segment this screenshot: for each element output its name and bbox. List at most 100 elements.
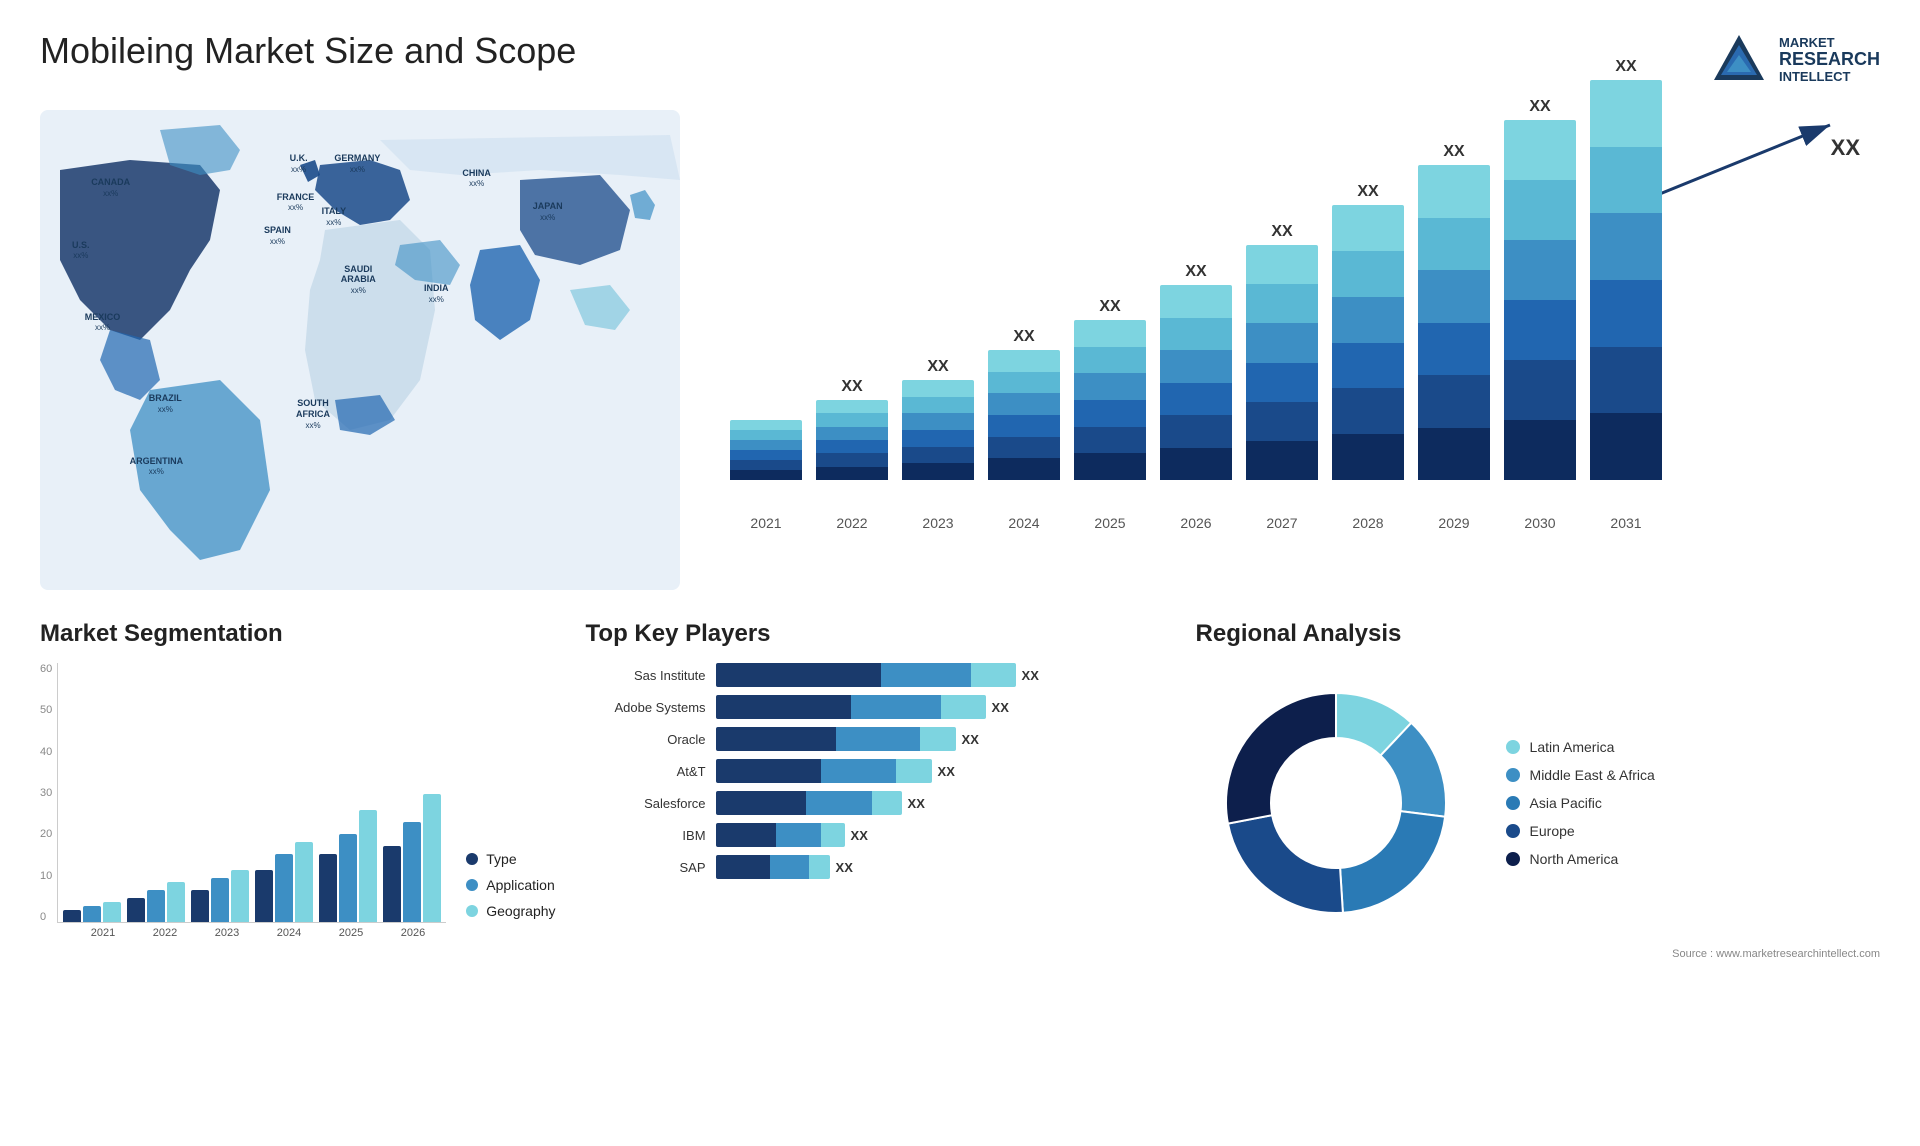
bar-stack: [1418, 165, 1490, 480]
bar-group: XX: [1074, 298, 1146, 480]
bar-segment: [1590, 213, 1662, 280]
player-name: At&T: [586, 764, 706, 779]
player-bar-container: XX: [716, 791, 1166, 815]
bar-segment: [1504, 360, 1576, 420]
bar-segment: [988, 458, 1060, 480]
bar-segment: [1074, 453, 1146, 480]
bar-segment: [1332, 434, 1404, 480]
player-row: Sas Institute XX: [586, 663, 1166, 687]
logo: MARKET RESEARCH INTELLECT: [1709, 30, 1880, 90]
bar-x-label: 2021: [730, 515, 802, 531]
map-label-saudi: SAUDIARABIAxx%: [341, 264, 376, 296]
bar-segment: [816, 400, 888, 413]
seg-bar-group: [319, 810, 377, 922]
regional-content: Latin AmericaMiddle East & AfricaAsia Pa…: [1196, 663, 1880, 943]
player-row: At&T XX: [586, 759, 1166, 783]
player-value: XX: [1022, 668, 1039, 683]
bar-segment: [988, 415, 1060, 437]
bar-segment: [1590, 80, 1662, 147]
bar-segment: [1332, 388, 1404, 434]
bar-label-top: XX: [1099, 298, 1120, 316]
seg-x-label: 2026: [385, 927, 441, 939]
seg-bar-group: [63, 902, 121, 922]
bar-stack: [1504, 120, 1576, 480]
bar-segment: [730, 440, 802, 450]
player-row: SAPXX: [586, 855, 1166, 879]
seg-bar: [319, 854, 337, 922]
player-bar-segment: [920, 727, 956, 751]
bar-group: XX: [1418, 143, 1490, 480]
bar-segment: [1246, 402, 1318, 441]
regional-legend-label: North America: [1530, 851, 1619, 867]
player-bar: [716, 695, 986, 719]
bar-segment: [1074, 427, 1146, 454]
bar-segment: [1418, 165, 1490, 218]
map-label-brazil: BRAZILxx%: [149, 393, 182, 415]
seg-bar-group: [255, 842, 313, 922]
legend-label: Geography: [486, 903, 555, 919]
bar-label-top: XX: [1271, 223, 1292, 241]
bar-segment: [730, 420, 802, 430]
bar-stack: [730, 420, 802, 480]
player-bar-segment: [716, 759, 821, 783]
seg-chart: 6050403020100 202120222023202420252026 T…: [40, 663, 556, 939]
world-map: CANADAxx% U.S.xx% MEXICOxx% BRAZILxx% AR…: [40, 110, 680, 590]
legend-dot: [466, 879, 478, 891]
bar-x-label: 2031: [1590, 515, 1662, 531]
bar-group: XX: [1160, 263, 1232, 480]
logo-icon: [1709, 30, 1769, 90]
seg-bar: [383, 846, 401, 922]
seg-bar: [403, 822, 421, 922]
bar-segment: [1160, 383, 1232, 416]
bar-segment: [816, 440, 888, 453]
bar-label-top: XX: [1357, 183, 1378, 201]
map-label-germany: GERMANYxx%: [334, 153, 380, 175]
seg-x-labels: 202120222023202420252026: [40, 927, 446, 939]
player-bar: [716, 823, 845, 847]
bar-group: XX: [988, 328, 1060, 480]
bar-stack: [1590, 80, 1662, 480]
bar-segment: [730, 450, 802, 460]
player-name: SAP: [586, 860, 706, 875]
bar-segment: [1504, 240, 1576, 300]
bar-segment: [1074, 347, 1146, 374]
seg-bar-group: [383, 794, 441, 922]
bar-segment: [1160, 285, 1232, 318]
regional-legend-item: Europe: [1506, 823, 1655, 839]
bar-segment: [1160, 415, 1232, 448]
bar-segment: [816, 467, 888, 480]
bar-segment: [730, 460, 802, 470]
player-name: Salesforce: [586, 796, 706, 811]
player-bar-segment: [716, 695, 851, 719]
player-bar-container: XX: [716, 727, 1166, 751]
regional-section: Regional Analysis Latin AmericaMiddle Ea…: [1196, 620, 1880, 1050]
seg-x-label: 2023: [199, 927, 255, 939]
bar-segment: [1418, 270, 1490, 323]
segmentation-title: Market Segmentation: [40, 620, 556, 648]
bar-segment: [1504, 300, 1576, 360]
map-label-us: U.S.xx%: [72, 240, 90, 262]
seg-bar: [359, 810, 377, 922]
player-bar-segment: [716, 823, 776, 847]
bar-segment: [1332, 251, 1404, 297]
bar-segment: [902, 430, 974, 447]
players-section: Top Key Players Sas InstituteXXAdobe Sys…: [586, 620, 1166, 1050]
bar-group: XX: [1246, 223, 1318, 480]
bar-segment: [902, 463, 974, 480]
player-value: XX: [938, 764, 955, 779]
bar-group: XX: [816, 378, 888, 480]
bar-segment: [1332, 297, 1404, 343]
player-bar-segment: [851, 695, 941, 719]
seg-bar-group: [191, 870, 249, 922]
top-section: CANADAxx% U.S.xx% MEXICOxx% BRAZILxx% AR…: [40, 110, 1880, 590]
player-bar: [716, 855, 830, 879]
bar-segment: [1590, 147, 1662, 214]
player-name: Sas Institute: [586, 668, 706, 683]
seg-y-axis: 6050403020100: [40, 663, 57, 923]
donut-segment: [1227, 815, 1342, 913]
bar-group: XX: [1590, 58, 1662, 480]
bar-label-top: XX: [1013, 328, 1034, 346]
bar-stack: [1074, 320, 1146, 480]
seg-bar: [83, 906, 101, 922]
regional-legend-dot: [1506, 796, 1520, 810]
